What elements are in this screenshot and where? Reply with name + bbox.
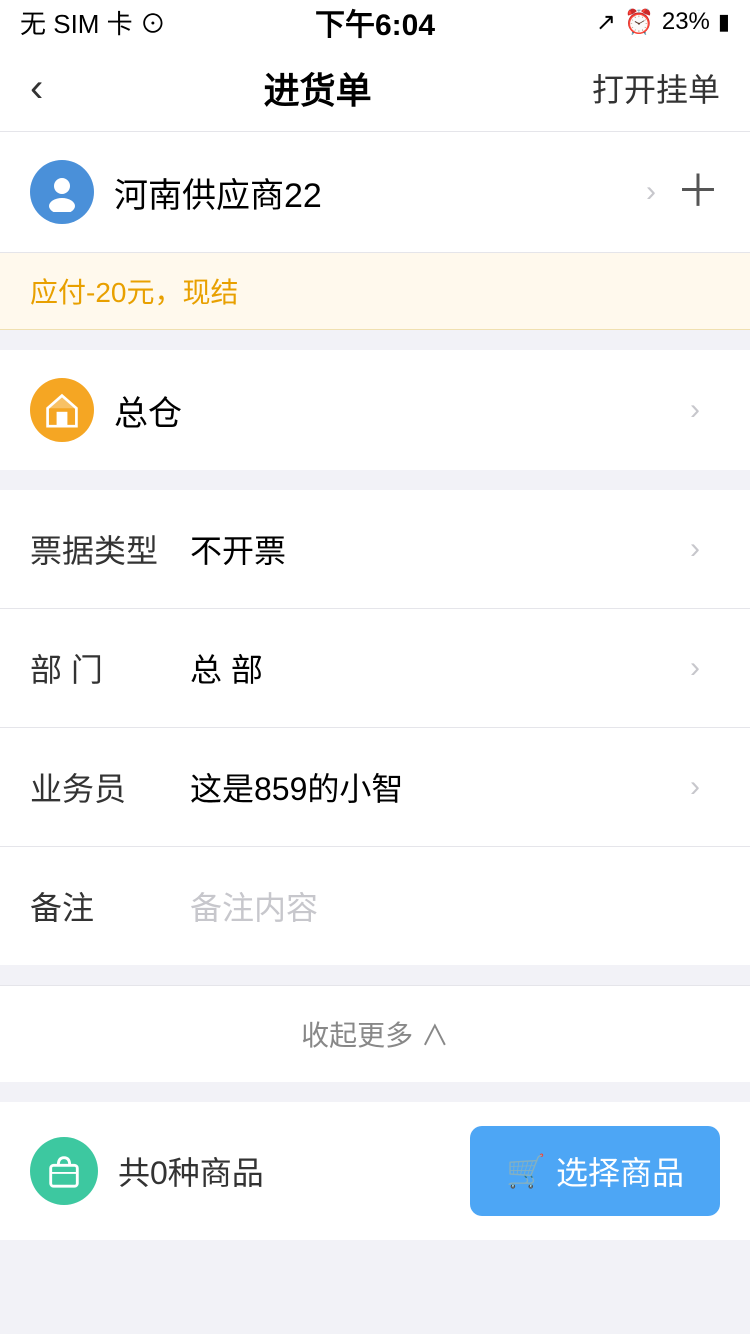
- house-icon: [44, 392, 80, 428]
- warehouse-row[interactable]: 总仓 ›: [0, 350, 750, 470]
- ticket-type-value: 不开票: [170, 526, 690, 572]
- main-content: 河南供应商22 › ＋ 应付-20元，现结 总仓 › 票据类型 不开票: [0, 132, 750, 1240]
- alarm-icon: ⏰: [624, 8, 654, 37]
- remark-row[interactable]: 备注 备注内容: [0, 847, 750, 965]
- add-supplier-button[interactable]: ＋: [676, 170, 720, 214]
- ticket-type-row[interactable]: 票据类型 不开票 ›: [0, 490, 750, 609]
- warehouse-icon: [30, 378, 94, 442]
- remark-label: 备注: [30, 883, 170, 929]
- status-bar: 无 SIM 卡 ⊙ 下午6:04 ↗ ⏰ 23% ▮: [0, 0, 750, 44]
- supplier-chevron-icon: ›: [646, 175, 656, 209]
- status-left: 无 SIM 卡 ⊙: [20, 4, 166, 41]
- shopping-bag-icon: [45, 1152, 83, 1190]
- select-product-icon: 🛒: [506, 1152, 546, 1190]
- status-right: ↗ ⏰ 23% ▮: [596, 8, 730, 37]
- department-row[interactable]: 部 门 总 部 ›: [0, 609, 750, 728]
- supplier-card: 河南供应商22 › ＋ 应付-20元，现结: [0, 132, 750, 330]
- product-bar: 共0种商品 🛒 选择商品: [0, 1102, 750, 1240]
- select-product-button[interactable]: 🛒 选择商品: [470, 1126, 720, 1216]
- warehouse-name: 总仓: [114, 386, 690, 435]
- product-icon: [30, 1137, 98, 1205]
- back-button[interactable]: ‹: [30, 68, 43, 108]
- warehouse-card[interactable]: 总仓 ›: [0, 350, 750, 470]
- person-icon: [42, 172, 82, 212]
- battery-percent: 23%: [662, 8, 710, 36]
- ticket-type-label: 票据类型: [30, 526, 170, 572]
- page-title: 进货单: [264, 62, 372, 114]
- location-icon: ↗: [596, 8, 616, 37]
- open-pending-button[interactable]: 打开挂单: [592, 65, 720, 111]
- notice-banner: 应付-20元，现结: [0, 253, 750, 330]
- supplier-row[interactable]: 河南供应商22 › ＋: [0, 132, 750, 253]
- warehouse-chevron-icon: ›: [690, 393, 700, 427]
- supplier-avatar: [30, 160, 94, 224]
- notice-text: 应付-20元，现结: [30, 277, 238, 308]
- battery-icon: ▮: [718, 9, 730, 35]
- form-card: 票据类型 不开票 › 部 门 总 部 › 业务员 这是859的小智 › 备注 备…: [0, 490, 750, 965]
- salesperson-row[interactable]: 业务员 这是859的小智 ›: [0, 728, 750, 847]
- nav-bar: ‹ 进货单 打开挂单: [0, 44, 750, 132]
- ticket-type-chevron-icon: ›: [690, 532, 700, 566]
- department-chevron-icon: ›: [690, 651, 700, 685]
- supplier-name: 河南供应商22: [114, 168, 646, 217]
- salesperson-label: 业务员: [30, 764, 170, 810]
- select-product-label: 选择商品: [556, 1148, 684, 1194]
- department-label: 部 门: [30, 645, 170, 691]
- salesperson-value: 这是859的小智: [170, 764, 690, 810]
- collapse-row[interactable]: 收起更多 ∧: [0, 985, 750, 1082]
- collapse-button[interactable]: 收起更多 ∧: [301, 1014, 449, 1054]
- product-count: 共0种商品: [118, 1148, 470, 1194]
- salesperson-chevron-icon: ›: [690, 770, 700, 804]
- status-time: 下午6:04: [315, 0, 435, 44]
- department-value: 总 部: [170, 645, 690, 691]
- remark-input[interactable]: 备注内容: [170, 883, 720, 929]
